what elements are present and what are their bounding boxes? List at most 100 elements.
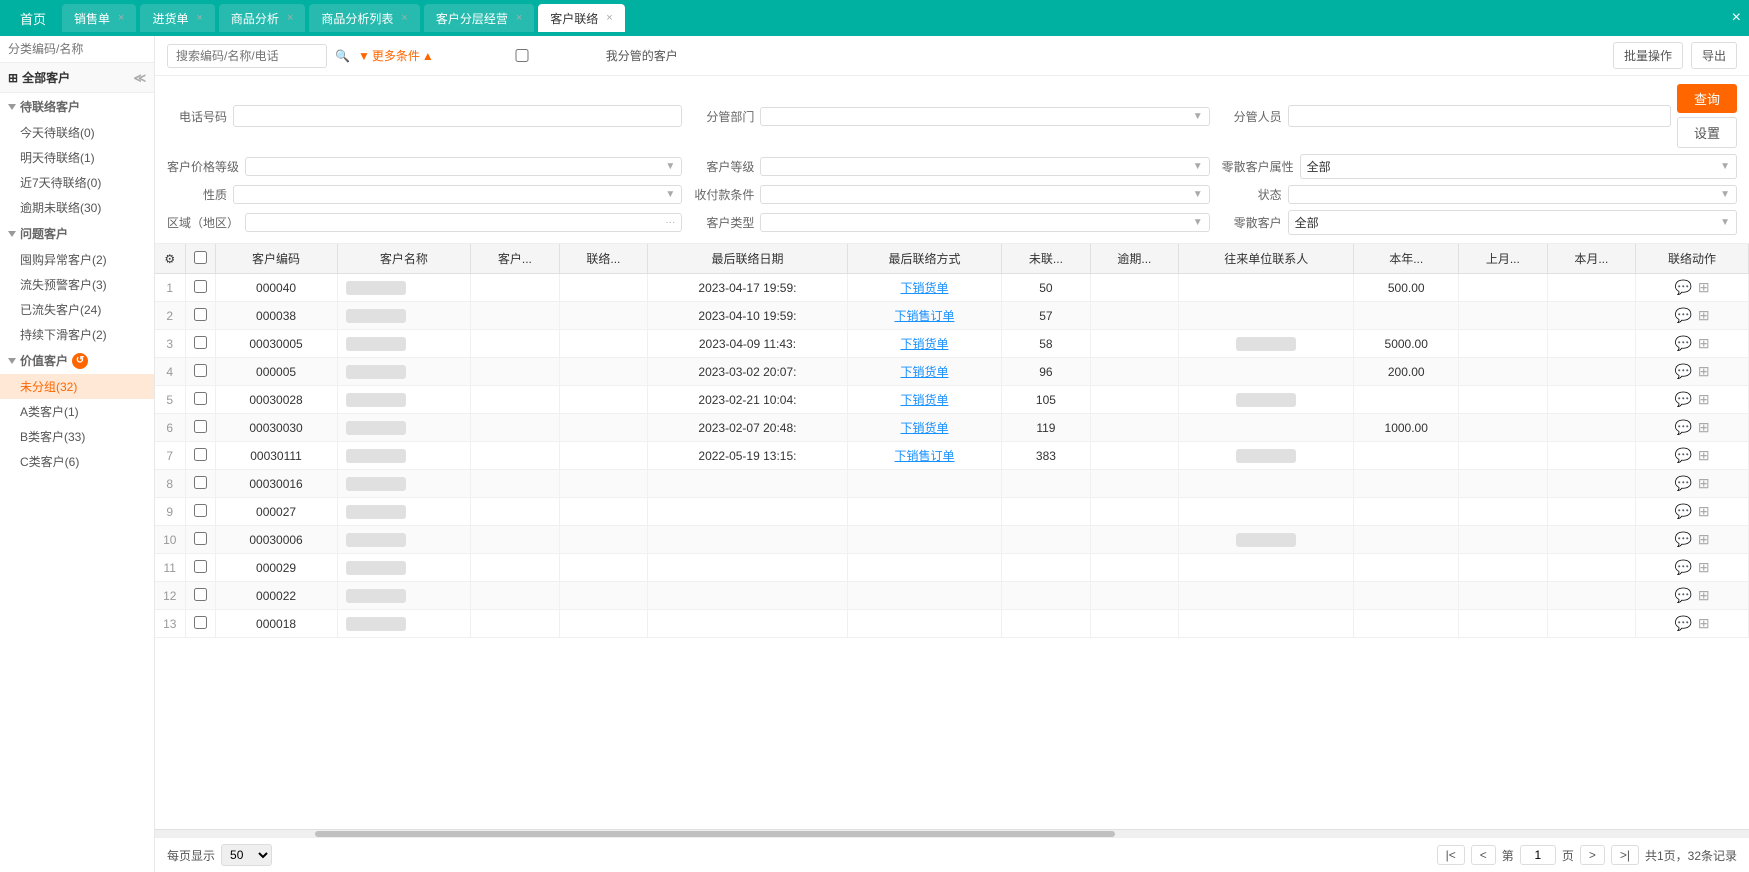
sidebar-item-7day-contact[interactable]: 近7天待联络(0) <box>0 170 154 195</box>
sidebar-item-class-b[interactable]: B类客户(33) <box>0 424 154 449</box>
row-last-method[interactable]: 下销售订单 <box>847 442 1001 470</box>
col-check-header[interactable] <box>185 244 215 274</box>
nav-tab-analysis-list[interactable]: 商品分析列表 × <box>309 4 419 32</box>
sidebar-item-tomorrow-contact[interactable]: 明天待联络(1) <box>0 145 154 170</box>
all-customers-header[interactable]: ⊞ 全部客户 ≪ <box>0 63 154 93</box>
row-check[interactable] <box>185 274 215 302</box>
grid-action-icon[interactable]: ⊞ <box>1698 615 1710 632</box>
group-problem-customer[interactable]: 问题客户 <box>0 220 154 247</box>
close-customer-tier-tab[interactable]: × <box>516 12 522 24</box>
grid-action-icon[interactable]: ⊞ <box>1698 279 1710 296</box>
close-purchase-tab[interactable]: × <box>196 12 202 24</box>
nav-tab-customer-contact[interactable]: 客户联络 × <box>538 4 624 32</box>
nav-tab-analysis[interactable]: 商品分析 × <box>219 4 305 32</box>
nav-tab-purchase[interactable]: 进货单 × <box>140 4 214 32</box>
message-icon[interactable]: 💬 <box>1674 587 1691 604</box>
close-customer-contact-tab[interactable]: × <box>606 12 612 24</box>
close-analysis-tab[interactable]: × <box>287 12 293 24</box>
grid-action-icon[interactable]: ⊞ <box>1698 559 1710 576</box>
col-settings-header[interactable]: ⚙ <box>155 244 185 274</box>
per-page-select[interactable]: 50 100 <box>221 844 272 866</box>
next-page-btn[interactable]: > <box>1580 845 1605 865</box>
sidebar-item-overdue-contact[interactable]: 逾期未联络(30) <box>0 195 154 220</box>
query-btn[interactable]: 查询 <box>1677 84 1737 113</box>
sidebar-item-declining[interactable]: 持续下滑客户(2) <box>0 322 154 347</box>
row-check[interactable] <box>185 498 215 526</box>
person-input[interactable] <box>1288 105 1671 127</box>
sidebar-item-abnormal-stock[interactable]: 囤购异常客户(2) <box>0 247 154 272</box>
row-last-method[interactable]: 下销货单 <box>847 414 1001 442</box>
message-icon[interactable]: 💬 <box>1674 615 1691 632</box>
message-icon[interactable]: 💬 <box>1674 335 1691 352</box>
prev-page-btn[interactable]: < <box>1471 845 1496 865</box>
retail-select[interactable]: 全部▼ <box>1288 210 1737 235</box>
row-last-method[interactable]: 下销售订单 <box>847 302 1001 330</box>
search-input[interactable] <box>167 44 327 68</box>
message-icon[interactable]: 💬 <box>1674 559 1691 576</box>
message-icon[interactable]: 💬 <box>1674 279 1691 296</box>
row-check[interactable] <box>185 610 215 638</box>
row-check[interactable] <box>185 582 215 610</box>
sidebar-search-input[interactable] <box>8 42 155 56</box>
grid-action-icon[interactable]: ⊞ <box>1698 391 1710 408</box>
nav-home[interactable]: 首页 <box>8 9 58 28</box>
batch-ops-btn[interactable]: 批量操作 <box>1613 42 1683 69</box>
message-icon[interactable]: 💬 <box>1674 391 1691 408</box>
grid-action-icon[interactable]: ⊞ <box>1698 363 1710 380</box>
price-level-select[interactable]: ▼ <box>245 157 682 176</box>
customer-type-select[interactable]: ▼ <box>760 213 1209 232</box>
scroll-indicator[interactable] <box>155 829 1749 837</box>
close-window-icon[interactable]: × <box>1732 9 1741 27</box>
row-last-method[interactable]: 下销货单 <box>847 386 1001 414</box>
row-check[interactable] <box>185 386 215 414</box>
phone-input[interactable] <box>233 105 682 127</box>
row-last-method[interactable]: 下销货单 <box>847 274 1001 302</box>
page-input[interactable] <box>1520 845 1556 865</box>
last-page-btn[interactable]: >| <box>1611 845 1639 865</box>
grid-action-icon[interactable]: ⊞ <box>1698 447 1710 464</box>
retail-attr-select[interactable]: 全部▼ <box>1300 154 1737 179</box>
customer-level-select[interactable]: ▼ <box>760 157 1209 176</box>
search-icon[interactable]: 🔍 <box>335 49 350 63</box>
reset-btn[interactable]: 设置 <box>1677 117 1737 148</box>
row-check[interactable] <box>185 330 215 358</box>
row-last-method[interactable]: 下销货单 <box>847 330 1001 358</box>
grid-action-icon[interactable]: ⊞ <box>1698 419 1710 436</box>
grid-action-icon[interactable]: ⊞ <box>1698 503 1710 520</box>
group-value-customer[interactable]: 价值客户 ↺ <box>0 347 154 374</box>
message-icon[interactable]: 💬 <box>1674 447 1691 464</box>
row-check[interactable] <box>185 526 215 554</box>
select-all-checkbox[interactable] <box>194 251 207 264</box>
sidebar-item-class-a[interactable]: A类客户(1) <box>0 399 154 424</box>
message-icon[interactable]: 💬 <box>1674 307 1691 324</box>
grid-action-icon[interactable]: ⊞ <box>1698 307 1710 324</box>
sidebar-item-churn-warning[interactable]: 流失预警客户(3) <box>0 272 154 297</box>
my-customers-checkbox-label[interactable]: 我分管的客户 <box>442 47 678 64</box>
sidebar-item-class-c[interactable]: C类客户(6) <box>0 449 154 474</box>
message-icon[interactable]: 💬 <box>1674 475 1691 492</box>
row-check[interactable] <box>185 358 215 386</box>
my-customers-checkbox[interactable] <box>442 49 602 62</box>
sidebar-item-today-contact[interactable]: 今天待联络(0) <box>0 120 154 145</box>
grid-action-icon[interactable]: ⊞ <box>1698 335 1710 352</box>
message-icon[interactable]: 💬 <box>1674 363 1691 380</box>
grid-action-icon[interactable]: ⊞ <box>1698 587 1710 604</box>
export-btn[interactable]: 导出 <box>1691 42 1737 69</box>
row-check[interactable] <box>185 470 215 498</box>
message-icon[interactable]: 💬 <box>1674 419 1691 436</box>
nav-tab-customer-tier[interactable]: 客户分层经营 × <box>424 4 534 32</box>
grid-action-icon[interactable]: ⊞ <box>1698 475 1710 492</box>
message-icon[interactable]: 💬 <box>1674 531 1691 548</box>
row-check[interactable] <box>185 442 215 470</box>
row-check[interactable] <box>185 554 215 582</box>
region-select[interactable]: ··· <box>245 213 682 232</box>
status-select[interactable]: ▼ <box>1288 185 1737 204</box>
nav-tab-sales[interactable]: 销售单 × <box>62 4 136 32</box>
close-analysis-list-tab[interactable]: × <box>401 12 407 24</box>
row-check[interactable] <box>185 414 215 442</box>
sidebar-item-ungrouped[interactable]: 未分组(32) <box>0 374 154 399</box>
nature-select[interactable]: ▼ <box>233 185 682 204</box>
group-pending-contact[interactable]: 待联络客户 <box>0 93 154 120</box>
grid-action-icon[interactable]: ⊞ <box>1698 531 1710 548</box>
dept-select[interactable]: ▼ <box>760 107 1209 126</box>
